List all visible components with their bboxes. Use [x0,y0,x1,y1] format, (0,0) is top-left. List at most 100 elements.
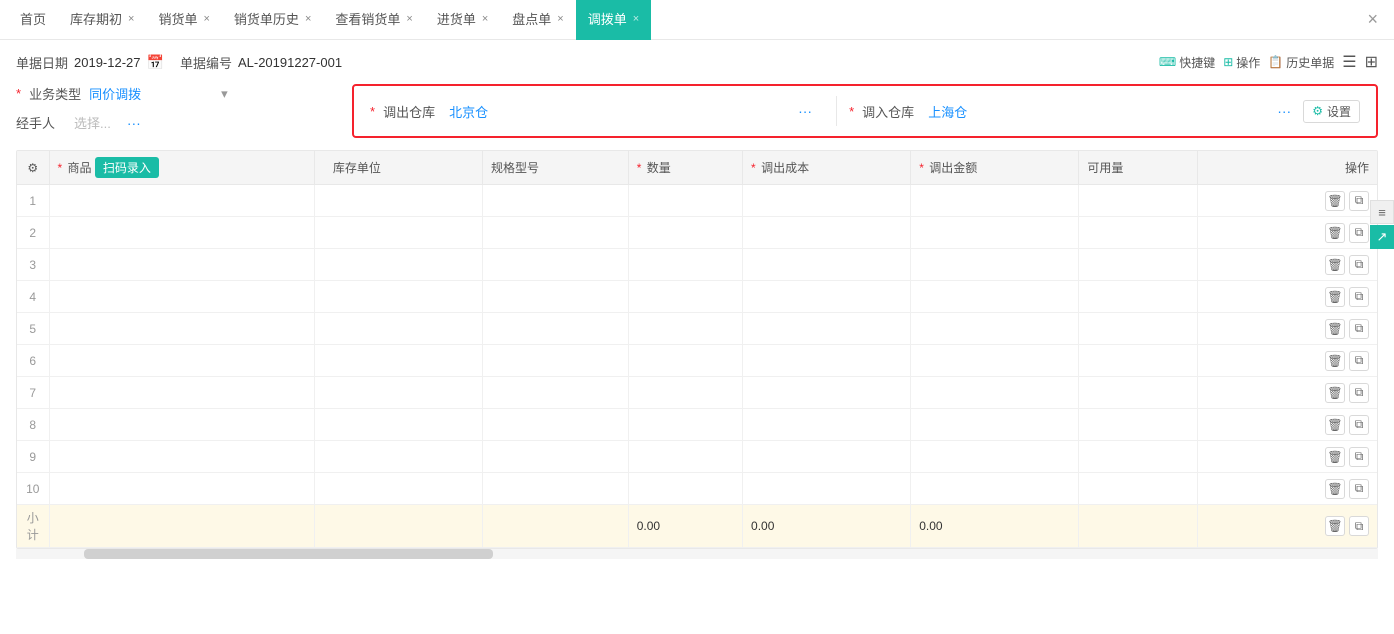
th-gear[interactable]: ⚙ [17,151,49,185]
cell-amount[interactable] [911,473,1079,505]
cell-unit[interactable] [314,345,482,377]
tab-home[interactable]: 首页 [8,0,58,40]
scrollbar-thumb[interactable] [84,549,493,559]
delete-row-button[interactable]: 🗑 [1325,319,1345,339]
cell-qty[interactable] [628,185,742,217]
cell-cost[interactable] [743,345,911,377]
cell-available[interactable] [1079,377,1198,409]
cell-goods[interactable] [49,441,314,473]
delete-row-button[interactable]: 🗑 [1325,223,1345,243]
cell-unit[interactable] [314,409,482,441]
delete-row-button[interactable]: 🗑 [1325,255,1345,275]
cell-goods[interactable] [49,249,314,281]
cell-spec[interactable] [482,345,628,377]
cell-goods[interactable] [49,377,314,409]
delete-row-button[interactable]: 🗑 [1325,516,1345,536]
tab-inventory[interactable]: 盘点单 × [500,0,575,40]
business-type-value[interactable]: 同价调拨 [89,84,209,103]
cell-spec[interactable] [482,249,628,281]
business-type-dropdown-icon[interactable]: ▾ [221,86,228,102]
history-button[interactable]: 📋 历史单据 [1268,54,1334,71]
cell-cost[interactable] [743,185,911,217]
horizontal-scrollbar[interactable] [16,549,1378,559]
delete-row-button[interactable]: 🗑 [1325,351,1345,371]
shortcut-button[interactable]: ⌨ 快捷键 [1159,54,1215,71]
cell-cost[interactable] [743,249,911,281]
copy-row-button[interactable]: ⧉ [1349,447,1369,467]
window-close-button[interactable]: × [1359,9,1386,30]
tab-transfer[interactable]: 调拨单 × [576,0,651,40]
cell-unit[interactable] [314,313,482,345]
cell-amount[interactable] [911,313,1079,345]
cell-amount[interactable] [911,377,1079,409]
in-warehouse-more-button[interactable]: ··· [1277,103,1303,119]
calendar-icon[interactable]: 📅 [147,54,164,71]
cell-unit[interactable] [314,377,482,409]
cell-available[interactable] [1079,249,1198,281]
cell-spec[interactable] [482,441,628,473]
out-warehouse-more-button[interactable]: ··· [798,103,824,119]
cell-goods[interactable] [49,409,314,441]
cell-available[interactable] [1079,313,1198,345]
copy-row-button[interactable]: ⧉ [1349,223,1369,243]
delete-row-button[interactable]: 🗑 [1325,415,1345,435]
tab-sales-order[interactable]: 销货单 × [146,0,221,40]
cell-spec[interactable] [482,185,628,217]
close-icon[interactable]: × [305,13,311,25]
delete-row-button[interactable]: 🗑 [1325,447,1345,467]
cell-available[interactable] [1079,409,1198,441]
copy-row-button[interactable]: ⧉ [1349,479,1369,499]
cell-available[interactable] [1079,505,1198,548]
cell-qty[interactable] [628,345,742,377]
cell-goods[interactable] [49,185,314,217]
cell-unit[interactable] [314,185,482,217]
cell-cost[interactable] [743,281,911,313]
cell-spec[interactable] [482,377,628,409]
cell-unit[interactable] [314,441,482,473]
cell-amount[interactable] [911,409,1079,441]
cell-goods[interactable] [49,217,314,249]
close-icon[interactable]: × [406,13,412,25]
cell-spec[interactable] [482,217,628,249]
cell-amount[interactable] [911,281,1079,313]
copy-row-button[interactable]: ⧉ [1349,415,1369,435]
cell-available[interactable] [1079,281,1198,313]
cell-cost[interactable]: 0.00 [743,505,911,548]
person-input[interactable]: 选择... [74,113,111,132]
tab-view-sales[interactable]: 查看销货单 × [323,0,424,40]
cell-amount[interactable] [911,217,1079,249]
delete-row-button[interactable]: 🗑 [1325,191,1345,211]
cell-cost[interactable] [743,313,911,345]
cell-amount[interactable] [911,345,1079,377]
cell-available[interactable] [1079,473,1198,505]
copy-row-button[interactable]: ⧉ [1349,191,1369,211]
cell-qty[interactable]: 0.00 [628,505,742,548]
cell-amount[interactable] [911,441,1079,473]
in-warehouse-value[interactable]: 上海仓 [928,102,967,121]
layout-list-button[interactable]: ☰ [1342,52,1356,72]
copy-row-button[interactable]: ⧉ [1349,287,1369,307]
cell-amount[interactable] [911,249,1079,281]
cell-unit[interactable] [314,217,482,249]
cell-qty[interactable] [628,377,742,409]
cell-unit[interactable] [314,281,482,313]
cell-spec[interactable] [482,281,628,313]
cell-available[interactable] [1079,441,1198,473]
sidebar-export-button[interactable]: ↗ [1370,225,1394,249]
tab-purchase[interactable]: 进货单 × [425,0,500,40]
copy-row-button[interactable]: ⧉ [1349,516,1369,536]
cell-goods[interactable] [49,313,314,345]
cell-qty[interactable] [628,313,742,345]
tab-sales-history[interactable]: 销货单历史 × [222,0,323,40]
out-warehouse-value[interactable]: 北京仓 [449,102,488,121]
delete-row-button[interactable]: 🗑 [1325,383,1345,403]
delete-row-button[interactable]: 🗑 [1325,287,1345,307]
cell-available[interactable] [1079,185,1198,217]
cell-cost[interactable] [743,217,911,249]
cell-goods[interactable] [49,345,314,377]
close-icon[interactable]: × [203,13,209,25]
cell-goods[interactable] [49,505,314,548]
cell-spec[interactable] [482,313,628,345]
cell-goods[interactable] [49,281,314,313]
cell-spec[interactable] [482,505,628,548]
